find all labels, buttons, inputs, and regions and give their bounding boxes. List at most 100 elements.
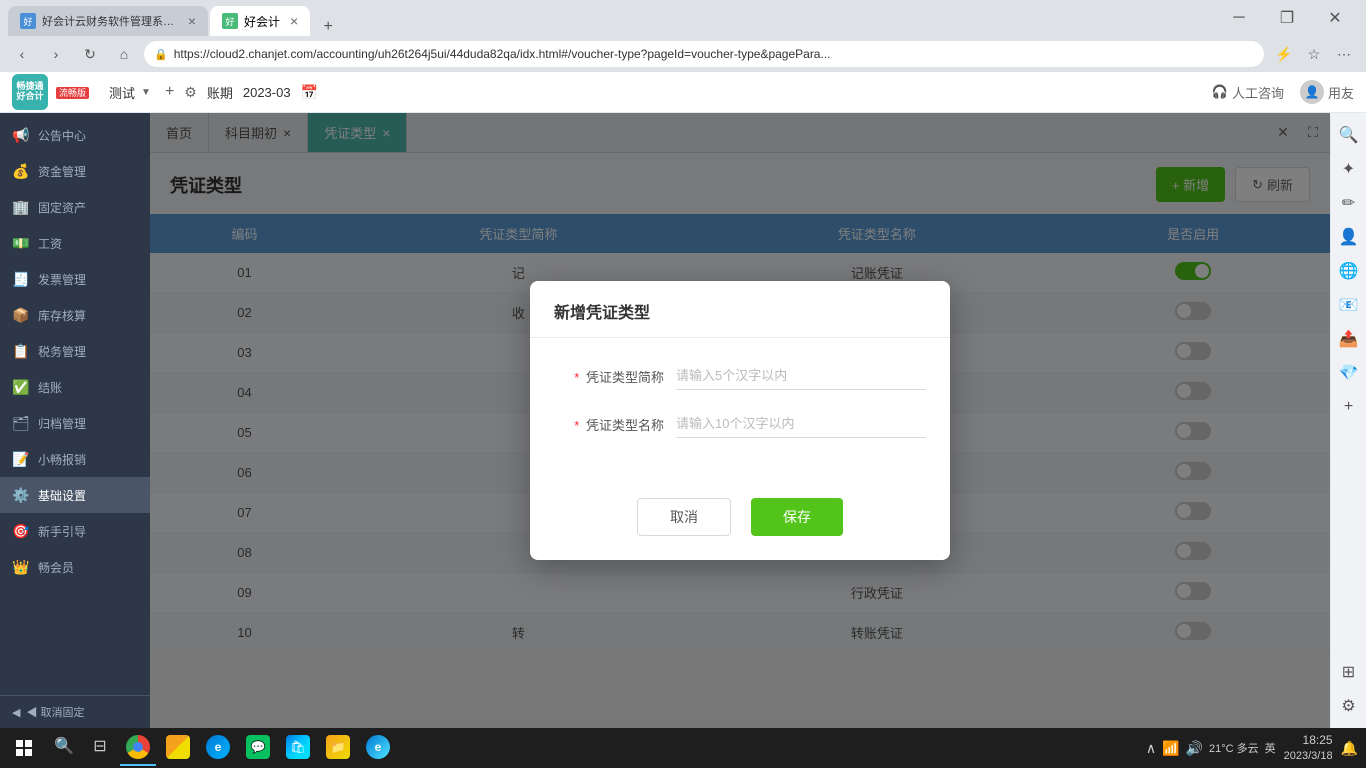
taskbar-right: ∧ 📶 🔊 21°C 多云 英 18:25 2023/3/18 🔔: [1146, 732, 1358, 764]
add-workspace-button[interactable]: +: [165, 83, 174, 101]
extensions-button[interactable]: ⚡: [1270, 40, 1298, 68]
guide-icon: 🎯: [12, 522, 30, 540]
browser-actions: ⚡ ☆ ⋯: [1270, 40, 1358, 68]
taskbar-explorer[interactable]: [160, 730, 196, 766]
taskbar-edge[interactable]: e: [200, 730, 236, 766]
capital-label: 资金管理: [38, 163, 86, 180]
sidebar-item-invoice[interactable]: 🧾 发票管理: [0, 261, 150, 297]
sidebar-item-tax[interactable]: 📋 税务管理: [0, 333, 150, 369]
settle-label: 结账: [38, 379, 62, 396]
sidebar-item-archive[interactable]: 🗂 归档管理: [0, 405, 150, 441]
sidebar-item-inventory[interactable]: 📦 库存核算: [0, 297, 150, 333]
address-bar[interactable]: 🔒 https://cloud2.chanjet.com/accounting/…: [144, 41, 1264, 67]
start-button[interactable]: [8, 732, 40, 764]
speaker-icon[interactable]: 🔊: [1186, 740, 1203, 757]
minimize-button[interactable]: ─: [1216, 3, 1262, 33]
chevron-icon[interactable]: ∧: [1146, 740, 1156, 757]
rs-settings-icon[interactable]: ⚙: [1335, 692, 1363, 720]
browser-tab-2[interactable]: 好 好会计 ×: [210, 6, 310, 36]
cancel-button[interactable]: 取消: [637, 498, 731, 536]
tax-icon: 📋: [12, 342, 30, 360]
sidebar-item-member[interactable]: 👑 畅会员: [0, 549, 150, 585]
main-layout: 📢 公告中心 💰 资金管理 🏢 固定资产 💵 工资 🧾 发票管理: [0, 113, 1366, 728]
gear-icon[interactable]: ⚙: [184, 84, 197, 101]
language-indicator[interactable]: 英: [1265, 740, 1276, 756]
avatar: 👤: [1300, 80, 1324, 104]
sidebar-item-salary[interactable]: 💵 工资: [0, 225, 150, 261]
modal-body: * 凭证类型简称 * 凭证类型名称: [530, 338, 950, 482]
more-button[interactable]: ⋯: [1330, 40, 1358, 68]
taskbar: 🔍 ⊟ e 💬 🛍 📁 e ∧ 📶 🔊 21°C 多云 英: [0, 728, 1366, 768]
name-required: *: [574, 418, 579, 433]
taskbar-edge2[interactable]: e: [360, 730, 396, 766]
taskbar-search[interactable]: 🔍: [48, 730, 80, 762]
top-bar: 畅捷通好合计 流畅版 测试 ▼ + ⚙ 账期 2023-03 📅 🎧 人工咨询 …: [0, 72, 1366, 113]
save-button[interactable]: 保存: [751, 498, 843, 536]
notification-icon[interactable]: 🔔: [1341, 740, 1358, 757]
collapse-label: ◀ 取消固定: [26, 704, 84, 720]
sidebar-item-announcement[interactable]: 📢 公告中心: [0, 117, 150, 153]
sidebar-item-capital[interactable]: 💰 资金管理: [0, 153, 150, 189]
workspace-name: 测试: [109, 83, 135, 102]
announcement-label: 公告中心: [38, 127, 86, 144]
restore-button[interactable]: ❐: [1264, 3, 1310, 33]
rs-globe-icon[interactable]: 🌐: [1335, 257, 1363, 285]
tab2-title: 好会计: [244, 13, 280, 30]
taskbar-files[interactable]: 📁: [320, 730, 356, 766]
new-tab-button[interactable]: +: [316, 18, 340, 36]
consult-label: 人工咨询: [1232, 83, 1284, 102]
tab2-close[interactable]: ×: [290, 13, 298, 29]
taskbar-microsoft-store[interactable]: 🛍: [280, 730, 316, 766]
favorites-button[interactable]: ☆: [1300, 40, 1328, 68]
version-badge: 流畅版: [56, 86, 89, 99]
salary-icon: 💵: [12, 234, 30, 252]
fixed-assets-label: 固定资产: [38, 199, 86, 216]
rs-user-icon[interactable]: 👤: [1335, 223, 1363, 251]
salary-label: 工资: [38, 235, 62, 252]
rs-grid-icon[interactable]: ⊞: [1335, 658, 1363, 686]
sidebar-item-guide[interactable]: 🎯 新手引导: [0, 513, 150, 549]
wifi-icon[interactable]: 📶: [1162, 740, 1179, 757]
taskbar-wechat[interactable]: 💬: [240, 730, 276, 766]
close-button[interactable]: ✕: [1312, 3, 1358, 33]
sidebar: 📢 公告中心 💰 资金管理 🏢 固定资产 💵 工资 🧾 发票管理: [0, 113, 150, 728]
back-button[interactable]: ‹: [8, 40, 36, 68]
abbr-input[interactable]: [676, 362, 926, 390]
right-sidebar: 🔍 ✦ ✏ 👤 🌐 📧 📤 💎 + ⊞ ⚙: [1330, 113, 1366, 728]
weather-text: 21°C 多云: [1209, 740, 1259, 756]
workspace-selector[interactable]: 测试 ▼: [109, 83, 151, 102]
calendar-icon[interactable]: 📅: [301, 84, 318, 101]
home-button[interactable]: ⌂: [110, 40, 138, 68]
top-bar-right: 🎧 人工咨询 👤 用友: [1212, 80, 1354, 104]
logo-icon: 畅捷通好合计: [12, 74, 48, 110]
taskbar-chrome[interactable]: [120, 730, 156, 766]
name-input[interactable]: [676, 410, 926, 438]
consult-button[interactable]: 🎧 人工咨询: [1212, 83, 1284, 102]
sidebar-item-expense[interactable]: 📝 小畅报销: [0, 441, 150, 477]
taskbar-time[interactable]: 18:25 2023/3/18: [1284, 732, 1333, 764]
sidebar-footer[interactable]: ◀ ◀ 取消固定: [0, 695, 150, 728]
browser-tabs: 好 好会计云财务软件管理系统_会计 × 好 好会计 × +: [8, 0, 340, 36]
tab1-close[interactable]: ×: [188, 13, 196, 29]
date-display: 2023/3/18: [1284, 749, 1333, 764]
sidebar-item-settings[interactable]: ⚙️ 基础设置: [0, 477, 150, 513]
rs-search-icon[interactable]: 🔍: [1335, 121, 1363, 149]
sidebar-item-settle[interactable]: ✅ 结账: [0, 369, 150, 405]
sidebar-item-fixed-assets[interactable]: 🏢 固定资产: [0, 189, 150, 225]
rs-edit-icon[interactable]: ✏: [1335, 189, 1363, 217]
rs-outlook-icon[interactable]: 📧: [1335, 291, 1363, 319]
period-label: 账期: [207, 83, 233, 102]
sidebar-logo: 畅捷通好合计 流畅版: [12, 74, 89, 110]
forward-button[interactable]: ›: [42, 40, 70, 68]
headset-icon: 🎧: [1212, 84, 1228, 100]
fixed-assets-icon: 🏢: [12, 198, 30, 216]
rs-send-icon[interactable]: 📤: [1335, 325, 1363, 353]
reload-button[interactable]: ↻: [76, 40, 104, 68]
taskbar-task-view[interactable]: ⊟: [84, 730, 116, 762]
rs-star-icon[interactable]: ✦: [1335, 155, 1363, 183]
invoice-icon: 🧾: [12, 270, 30, 288]
rs-download-icon[interactable]: 💎: [1335, 359, 1363, 387]
rs-add-icon[interactable]: +: [1335, 393, 1363, 421]
browser-tab-1[interactable]: 好 好会计云财务软件管理系统_会计 ×: [8, 6, 208, 36]
user-button[interactable]: 👤 用友: [1300, 80, 1354, 104]
